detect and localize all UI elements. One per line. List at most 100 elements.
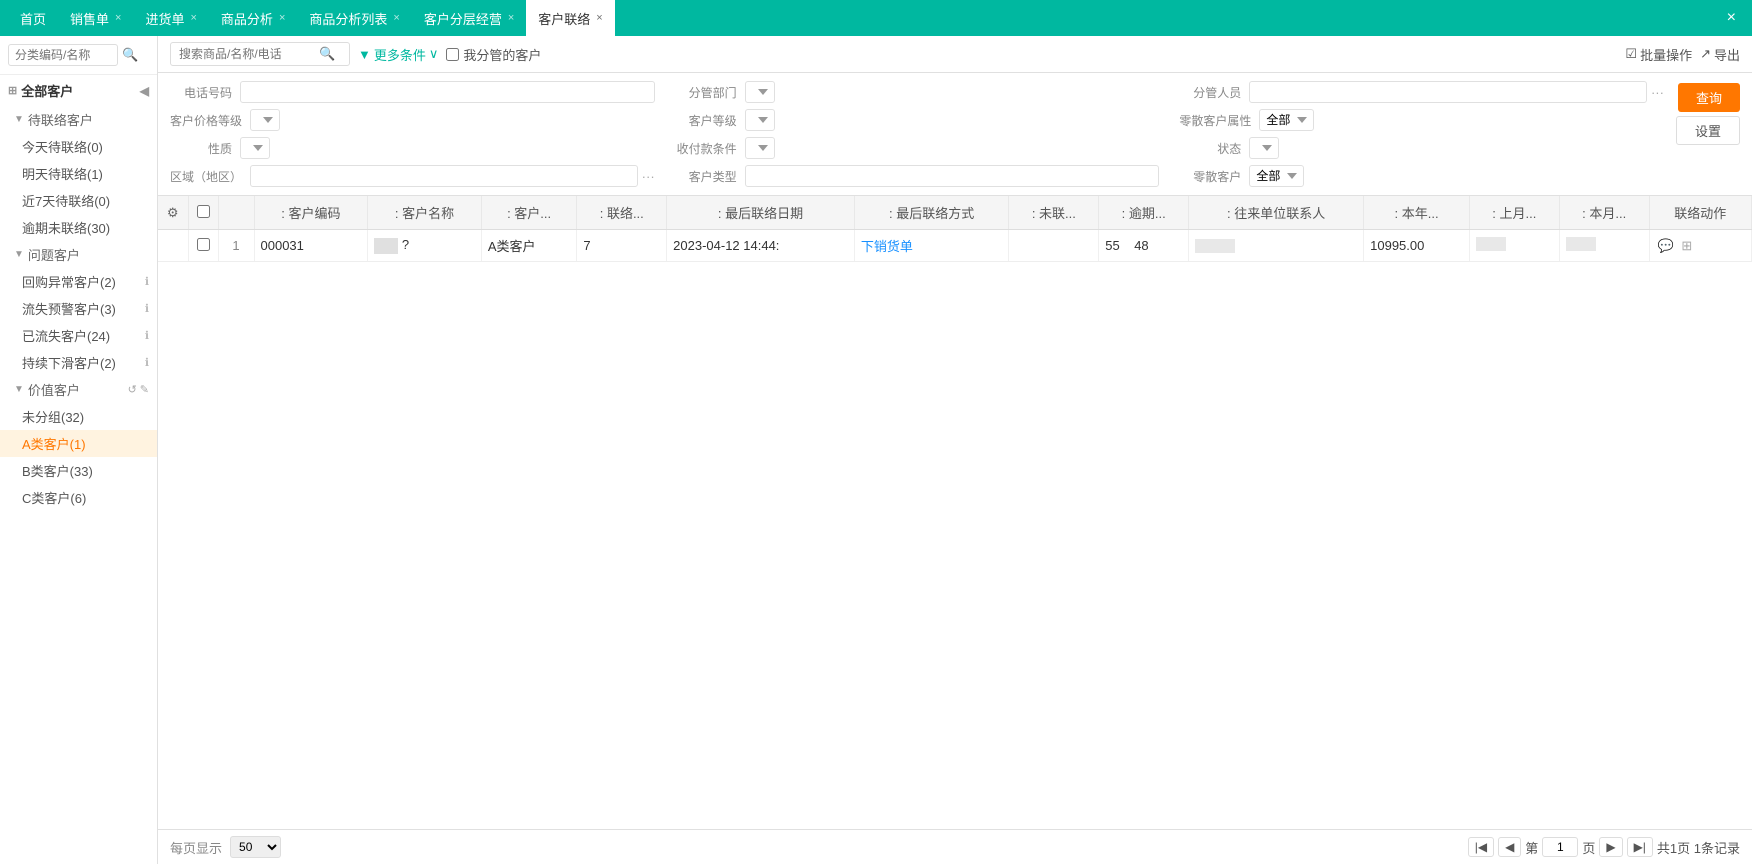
th-type[interactable]: : 客户... [481, 196, 576, 230]
close-contact-tab[interactable]: × [596, 12, 602, 24]
th-last-date[interactable]: : 最后联络日期 [667, 196, 855, 230]
last-page-btn[interactable]: ▶| [1627, 837, 1653, 857]
th-name[interactable]: : 客户名称 [368, 196, 482, 230]
close-all-tabs[interactable]: × [1719, 9, 1744, 27]
filter-price-level: 客户价格等级 [170, 109, 655, 131]
customer-level-select[interactable] [745, 109, 775, 131]
th-overdue[interactable]: : 逾期... [1099, 196, 1189, 230]
sidebar-item-churn-warning[interactable]: 流失预警客户(3) ℹ [0, 295, 157, 322]
chat-icon[interactable]: 💬 [1658, 238, 1674, 253]
nature-select[interactable] [240, 137, 270, 159]
price-level-label: 客户价格等级 [170, 112, 250, 129]
th-code[interactable]: : 客户编码 [254, 196, 368, 230]
sidebar-item-today[interactable]: 今天待联络(0) [0, 133, 157, 160]
more-filters-btn[interactable]: ▼ 更多条件 ∨ [358, 45, 438, 64]
manager-extra[interactable]: ··· [1651, 85, 1664, 100]
item-label: 未分组(32) [22, 407, 84, 426]
status-select[interactable] [1249, 137, 1279, 159]
info-icon[interactable]: ℹ [145, 329, 149, 342]
sidebar-item-declining[interactable]: 持续下滑客户(2) ℹ [0, 349, 157, 376]
th-unit-contact[interactable]: : 往来单位联系人 [1189, 196, 1364, 230]
next-page-btn[interactable]: ▶ [1599, 837, 1622, 857]
dept-select[interactable] [745, 81, 775, 103]
export-btn[interactable]: ↗ 导出 [1700, 45, 1740, 64]
th-uncontact[interactable]: : 未联... [1009, 196, 1099, 230]
nav-tab-customer-segment[interactable]: 客户分层经营 × [412, 0, 526, 36]
th-contact[interactable]: : 联络... [577, 196, 667, 230]
sidebar-item-class-c[interactable]: C类客户(6) [0, 484, 157, 511]
price-level-select[interactable] [250, 109, 280, 131]
collapse-icon[interactable]: ◀ [140, 84, 149, 98]
region-extra[interactable]: ··· [642, 169, 655, 184]
my-customers-check[interactable] [446, 48, 459, 61]
query-button[interactable]: 查询 [1678, 83, 1740, 112]
group-value-customers[interactable]: ▼ 价值客户 ↺ ✎ [0, 376, 157, 403]
filter-customer-type: 客户类型 [675, 165, 1160, 187]
th-checkbox[interactable] [188, 196, 218, 230]
my-customers-checkbox[interactable]: 我分管的客户 [446, 45, 541, 64]
region-input[interactable] [250, 165, 638, 187]
sidebar-search-input[interactable] [8, 44, 118, 66]
info-icon[interactable]: ℹ [145, 275, 149, 288]
nav-tab-purchase[interactable]: 进货单 × [133, 0, 208, 36]
batch-op-label: 批量操作 [1640, 45, 1692, 64]
close-product-list-tab[interactable]: × [393, 12, 399, 24]
sidebar-item-7days[interactable]: 近7天待联络(0) [0, 187, 157, 214]
retail-attr-select[interactable]: 全部 [1259, 109, 1314, 131]
td-unit-contact [1189, 230, 1364, 262]
search-input[interactable] [179, 47, 319, 61]
first-page-btn[interactable]: |◀ [1468, 837, 1494, 857]
nav-home[interactable]: 首页 [8, 0, 58, 36]
nav-tab-product-list[interactable]: 商品分析列表 × [297, 0, 411, 36]
info-icon[interactable]: ℹ [145, 302, 149, 315]
th-this-year[interactable]: : 本年... [1364, 196, 1470, 230]
group-problem-customers[interactable]: ▼ 问题客户 [0, 241, 157, 268]
sidebar-item-repurchase-abnormal[interactable]: 回购异常客户(2) ℹ [0, 268, 157, 295]
item-label: C类客户(6) [22, 488, 86, 507]
th-last-month[interactable]: : 上月... [1469, 196, 1559, 230]
th-settings[interactable]: ⚙ [158, 196, 188, 230]
close-product-tab[interactable]: × [279, 12, 285, 24]
nav-tab-sales[interactable]: 销售单 × [58, 0, 133, 36]
th-this-month[interactable]: : 本月... [1559, 196, 1649, 230]
row-checkbox[interactable] [197, 238, 210, 251]
sidebar-item-unclassified[interactable]: 未分组(32) [0, 403, 157, 430]
payment-select[interactable] [745, 137, 775, 159]
th-last-method[interactable]: : 最后联络方式 [854, 196, 1009, 230]
per-page-label: 每页显示 [170, 838, 222, 857]
group-value-label: 价值客户 [28, 380, 80, 399]
close-segment-tab[interactable]: × [508, 12, 514, 24]
prev-page-btn[interactable]: ◀ [1498, 837, 1521, 857]
last-method-link[interactable]: 下销货单 [861, 239, 913, 254]
group-pending-contact[interactable]: ▼ 待联络客户 [0, 106, 157, 133]
nav-tab-customer-contact[interactable]: 客户联络 × [526, 0, 614, 36]
refresh-icon[interactable]: ↺ [128, 383, 137, 396]
nav-tab-product-analysis[interactable]: 商品分析 × [209, 0, 297, 36]
retail-customer-select[interactable]: 全部 [1249, 165, 1304, 187]
customer-type-input[interactable] [745, 165, 1160, 187]
close-purchase-tab[interactable]: × [190, 12, 196, 24]
manager-input[interactable] [1249, 81, 1647, 103]
batch-op-btn[interactable]: ☑ 批量操作 [1625, 45, 1692, 64]
info-icon[interactable]: ℹ [145, 356, 149, 369]
per-page-select[interactable]: 50 100 200 [230, 836, 281, 858]
sidebar-item-class-b[interactable]: B类客户(33) [0, 457, 157, 484]
settings-button[interactable]: 设置 [1676, 116, 1740, 145]
sidebar-item-overdue[interactable]: 逾期未联络(30) [0, 214, 157, 241]
sidebar-item-churned[interactable]: 已流失客户(24) ℹ [0, 322, 157, 349]
sidebar-search-icon[interactable]: 🔍 [122, 47, 138, 63]
sidebar-item-class-a[interactable]: A类客户(1) [0, 430, 157, 457]
grid-action-icon[interactable]: ⊞ [1681, 238, 1692, 253]
select-all-checkbox[interactable] [197, 205, 210, 218]
edit-icon[interactable]: ✎ [140, 383, 149, 396]
sidebar-all-customers-header[interactable]: ⊞ 全部客户 ◀ [0, 75, 157, 106]
page-input[interactable] [1542, 837, 1578, 857]
gear-icon[interactable]: ⚙ [167, 205, 179, 220]
filter-retail-customer: 零散客户 全部 [1179, 165, 1664, 187]
phone-input[interactable] [240, 81, 655, 103]
item-label: 今天待联络(0) [22, 137, 103, 156]
close-sales-tab[interactable]: × [115, 12, 121, 24]
sidebar-item-tomorrow[interactable]: 明天待联络(1) [0, 160, 157, 187]
search-icon[interactable]: 🔍 [319, 46, 335, 62]
td-checkbox[interactable] [188, 230, 218, 262]
